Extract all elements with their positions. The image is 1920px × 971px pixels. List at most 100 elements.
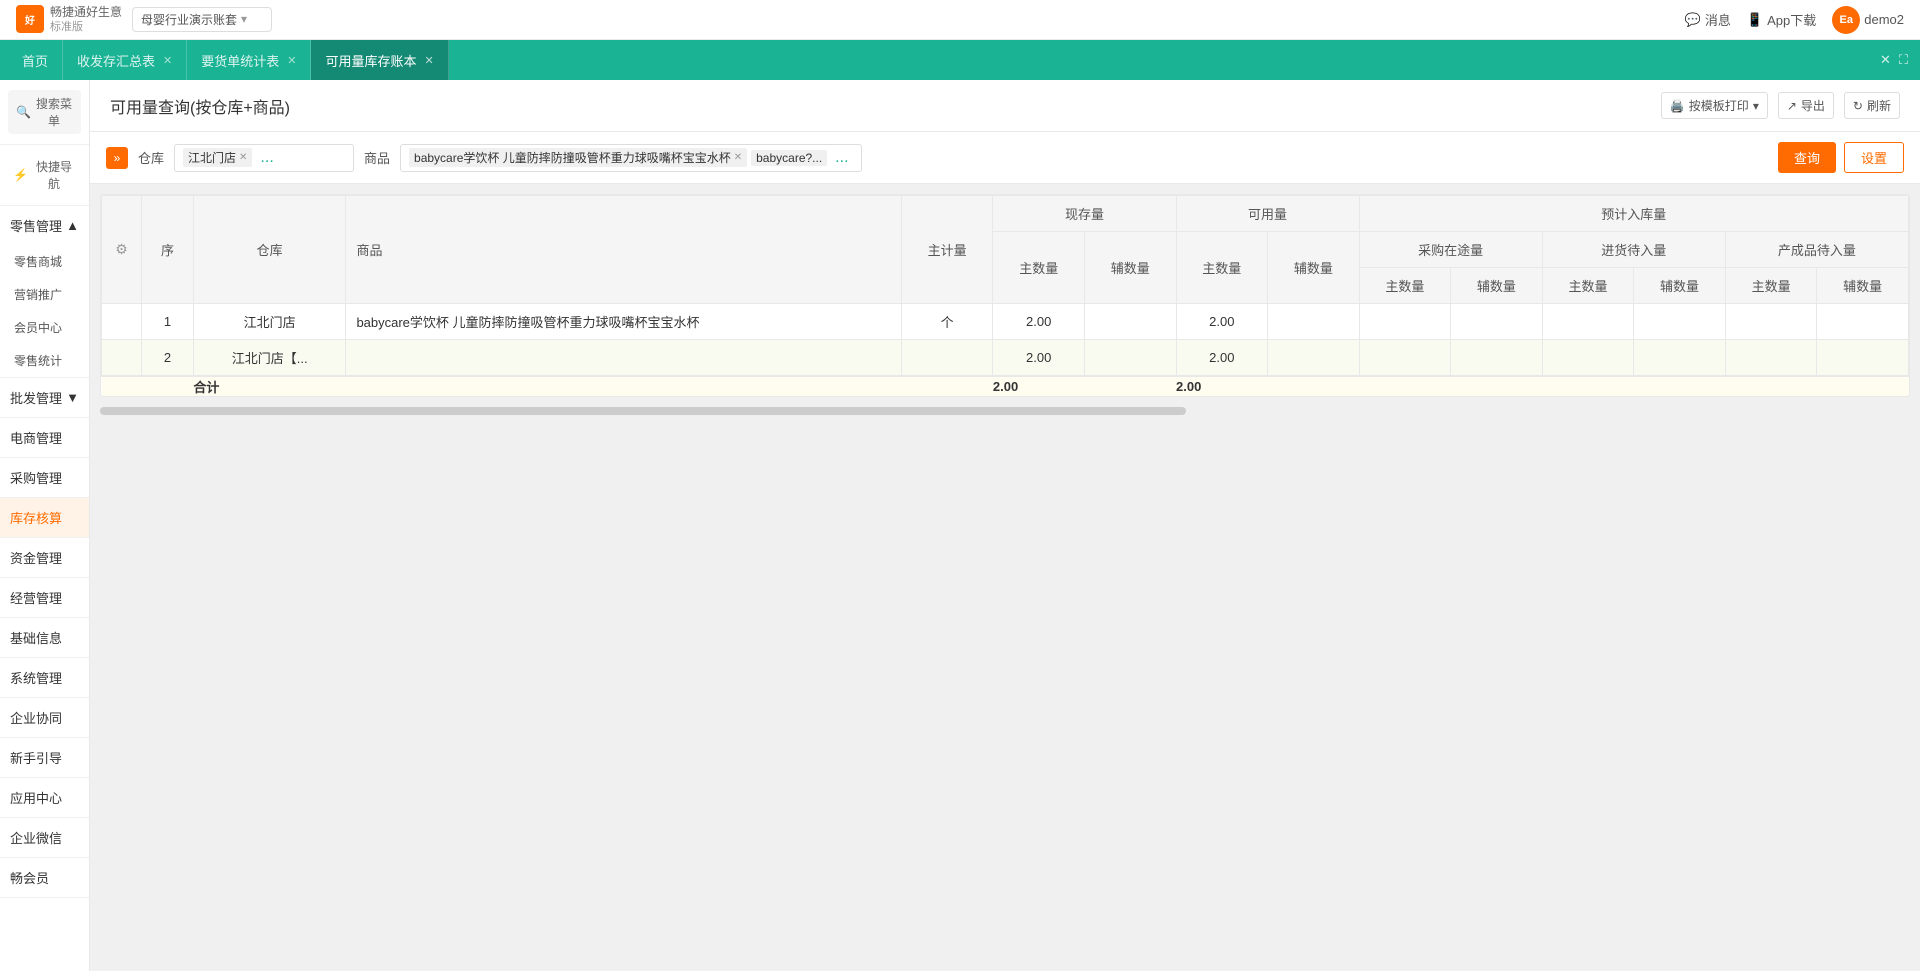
sidebar-group-wechat-header[interactable]: 企业微信	[0, 818, 89, 857]
export-icon: ↗	[1787, 99, 1797, 113]
cell-in-sub-1	[1634, 304, 1726, 340]
cell-pt-sub-1	[1451, 304, 1543, 340]
cell-in-main-2	[1542, 340, 1634, 377]
sidebar-group-finance-header[interactable]: 资金管理	[0, 538, 89, 577]
product-filter-input[interactable]: babycare学饮杯 儿童防摔防撞吸管杯重力球吸嘴杯宝宝水杯 ✕ babyca…	[400, 144, 861, 172]
sidebar-group-enterprise: 企业协同	[0, 698, 89, 738]
gear-icon[interactable]: ⚙	[115, 241, 128, 257]
col-product: 商品	[346, 196, 901, 304]
user-profile-btn[interactable]: Ea demo2	[1832, 6, 1904, 34]
cell-in-main-1	[1542, 304, 1634, 340]
sidebar-group-basic-info-header[interactable]: 基础信息	[0, 618, 89, 657]
sidebar-group-business-header[interactable]: 经营管理	[0, 578, 89, 617]
cell-stock-main-1: 2.00	[993, 304, 1085, 340]
sidebar-group-system: 系统管理	[0, 658, 89, 698]
table-row: 1 江北门店 babycare学饮杯 儿童防摔防撞吸管杯重力球吸嘴杯宝宝水杯 个…	[102, 304, 1909, 340]
chevron-up-icon: ▲	[66, 218, 79, 233]
warehouse-filter-input[interactable]: 江北门店 ✕ ...	[174, 144, 354, 172]
cell-product-2	[346, 340, 901, 377]
footer-label: 合计	[193, 376, 993, 396]
cell-pt-sub-2	[1451, 340, 1543, 377]
warehouse-filter-label: 仓库	[138, 148, 164, 167]
settings-btn[interactable]: 设置	[1844, 142, 1904, 173]
sidebar-group-system-header[interactable]: 系统管理	[0, 658, 89, 697]
sidebar-group-member-header[interactable]: 畅会员	[0, 858, 89, 897]
sidebar-group-app-center-header[interactable]: 应用中心	[0, 778, 89, 817]
cell-prod-sub-2	[1817, 340, 1909, 377]
filter-more-btn[interactable]: ...	[256, 149, 277, 167]
filter-more-btn-2[interactable]: ...	[831, 149, 852, 167]
close-icon[interactable]: ✕	[163, 54, 172, 67]
query-btn[interactable]: 查询	[1778, 142, 1836, 173]
col-incoming-group: 进货待入量	[1542, 232, 1725, 268]
sidebar-group-wholesale-header[interactable]: 批发管理 ▼	[0, 378, 89, 417]
cell-no-1: 1	[142, 304, 194, 340]
sidebar-group-ecommerce-header[interactable]: 电商管理	[0, 418, 89, 457]
sidebar-item-marketing[interactable]: 营销推广	[0, 278, 89, 311]
cell-prod-main-1	[1725, 304, 1817, 340]
search-menu-btn[interactable]: 🔍 搜索菜单	[8, 90, 81, 134]
sidebar-group-retail-header[interactable]: 零售管理 ▲	[0, 206, 89, 245]
resize-window-icon[interactable]: ⛶	[1899, 52, 1908, 68]
filter-area: » 仓库 江北门店 ✕ ... 商品 babycare学饮杯 儿童防摔防撞吸管杯…	[90, 132, 1920, 184]
sidebar-group-guide-header[interactable]: 新手引导	[0, 738, 89, 777]
col-avail-main: 主数量	[1176, 232, 1268, 304]
sidebar-group-inventory-header[interactable]: 库存核算	[0, 498, 89, 537]
horizontal-scrollbar[interactable]	[100, 407, 1910, 415]
chevron-down-icon: ▾	[241, 12, 247, 26]
content-area: 可用量查询(按仓库+商品) 🖨️ 按模板打印 ▾ ↗ 导出 ↻ 刷新	[90, 80, 1920, 971]
page-header: 可用量查询(按仓库+商品) 🖨️ 按模板打印 ▾ ↗ 导出 ↻ 刷新	[90, 80, 1920, 132]
industry-select[interactable]: 母婴行业演示账套 ▾	[132, 7, 272, 32]
footer-empty-1	[142, 376, 194, 396]
sidebar-group-basic-info: 基础信息	[0, 618, 89, 658]
chevron-down-icon: ▼	[66, 390, 79, 405]
tab-available-stock[interactable]: 可用量库存账本 ✕	[311, 40, 448, 80]
sidebar-item-retail-store[interactable]: 零售商城	[0, 245, 89, 278]
footer-avail-sub	[1268, 376, 1360, 396]
quick-nav-btn[interactable]: ⚡ 快捷导航	[8, 153, 81, 197]
tag-close-icon[interactable]: ✕	[734, 152, 742, 163]
tab-receipt-summary[interactable]: 收发存汇总表 ✕	[63, 40, 187, 80]
sidebar-search-area: 🔍 搜索菜单	[0, 80, 89, 145]
sidebar-group-finance: 资金管理	[0, 538, 89, 578]
cell-in-sub-2	[1634, 340, 1726, 377]
print-btn[interactable]: 🖨️ 按模板打印 ▾	[1661, 92, 1768, 119]
cell-avail-sub-2	[1268, 340, 1360, 377]
nav-icon: ⚡	[13, 168, 28, 182]
sidebar-group-app-center: 应用中心	[0, 778, 89, 818]
sidebar-item-member-center[interactable]: 会员中心	[0, 311, 89, 344]
col-avail-group: 可用量	[1176, 196, 1359, 232]
product-tag-1: babycare学饮杯 儿童防摔防撞吸管杯重力球吸嘴杯宝宝水杯 ✕	[409, 148, 747, 167]
tab-home[interactable]: 首页	[8, 40, 63, 80]
export-btn[interactable]: ↗ 导出	[1778, 92, 1834, 119]
filter-expand-btn[interactable]: »	[106, 147, 128, 169]
cell-gear	[102, 304, 142, 340]
search-icon: 🔍	[16, 105, 31, 119]
main-layout: 🔍 搜索菜单 ⚡ 快捷导航 零售管理 ▲ 零售商城 营销推广 会员中心	[0, 80, 1920, 971]
expand-icon: »	[114, 151, 121, 165]
logo-text: 畅捷通好生意 标准版	[50, 5, 122, 35]
top-bar: 好 畅捷通好生意 标准版 母婴行业演示账套 ▾ 💬 消息 📱 App下载 Ea …	[0, 0, 1920, 40]
close-icon[interactable]: ✕	[287, 54, 296, 67]
cell-gear-2	[102, 340, 142, 377]
sidebar-group-enterprise-header[interactable]: 企业协同	[0, 698, 89, 737]
close-window-icon[interactable]: ✕	[1880, 52, 1891, 68]
tab-order-stats[interactable]: 要货单统计表 ✕	[187, 40, 311, 80]
tag-close-icon[interactable]: ✕	[239, 152, 247, 163]
top-bar-right: 💬 消息 📱 App下载 Ea demo2	[1685, 6, 1904, 34]
refresh-btn[interactable]: ↻ 刷新	[1844, 92, 1900, 119]
product-filter-label: 商品	[364, 148, 390, 167]
message-btn[interactable]: 💬 消息	[1685, 10, 1731, 29]
refresh-icon: ↻	[1853, 99, 1863, 113]
footer-pt-main	[1359, 376, 1451, 396]
footer-prod-sub	[1817, 376, 1909, 396]
sidebar-group-member: 畅会员	[0, 858, 89, 898]
footer-stock-main: 2.00	[993, 376, 1085, 396]
app-download-btn[interactable]: 📱 App下载	[1747, 10, 1816, 29]
sidebar-group-purchase-header[interactable]: 采购管理	[0, 458, 89, 497]
sidebar-item-retail-stats[interactable]: 零售统计	[0, 344, 89, 377]
sidebar-group-purchase: 采购管理	[0, 458, 89, 498]
sidebar: 🔍 搜索菜单 ⚡ 快捷导航 零售管理 ▲ 零售商城 营销推广 会员中心	[0, 80, 90, 971]
close-icon[interactable]: ✕	[425, 54, 434, 67]
scrollbar-thumb[interactable]	[100, 407, 1186, 415]
